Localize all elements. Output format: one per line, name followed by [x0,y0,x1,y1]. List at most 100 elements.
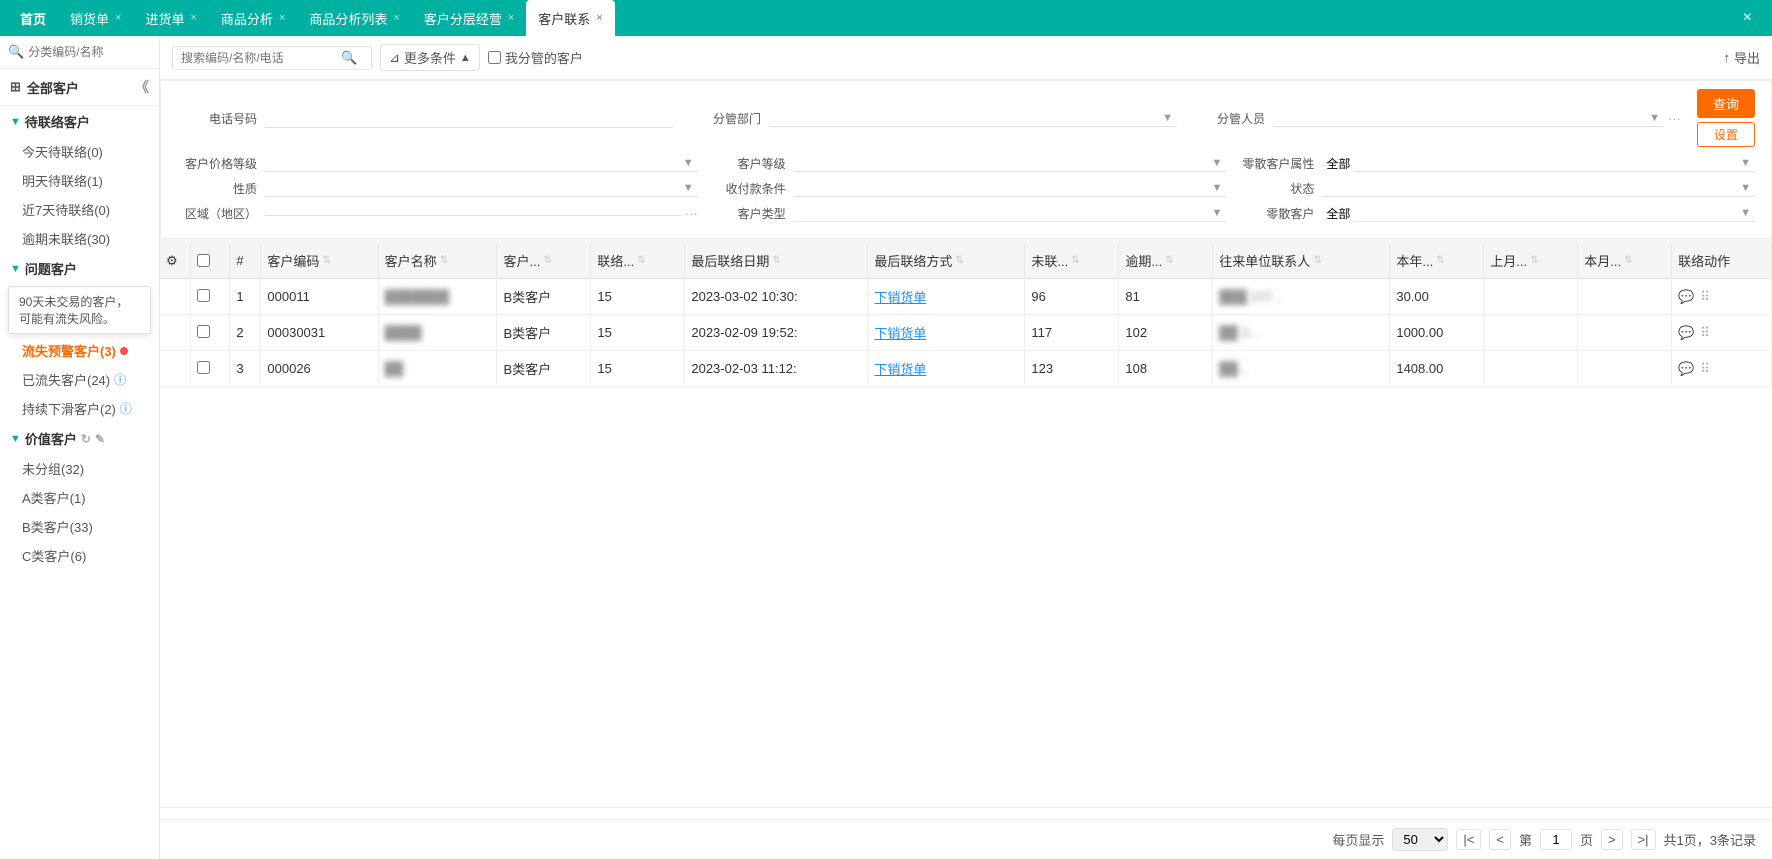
sidebar-item-tomorrow-pending[interactable]: 明天待联络(1) [0,166,159,195]
filter-search-input[interactable] [181,51,341,65]
price-grade-select[interactable]: ▼ [265,155,698,172]
cell-checkbox-1[interactable] [190,279,230,315]
customer-grade-select[interactable]: ▼ [794,155,1227,172]
refresh-icon[interactable]: ↻ [81,432,91,446]
type-sort-icon[interactable]: ⇅ [543,255,551,266]
action-icons-3[interactable]: 💬 ⠿ [1678,361,1765,377]
customer-type-select[interactable]: ▼ [794,205,1227,222]
sidebar-search-input[interactable] [28,45,160,59]
page-size-select[interactable]: 50 100 200 [1392,828,1448,851]
cell-action-3[interactable]: 💬 ⠿ [1672,351,1772,387]
th-uncontacted[interactable]: 未联... ⇅ [1025,243,1119,279]
sidebar-all-customers[interactable]: ⊞ 全部客户 《 [0,69,159,106]
close-goods-list-tab[interactable]: × [393,12,399,24]
status-select[interactable]: ▼ [1322,180,1755,197]
filter-search-button[interactable]: 🔍 [341,50,357,66]
tab-goods-list[interactable]: 商品分析列表 × [297,0,411,36]
th-this-month[interactable]: 本月... ⇅ [1578,243,1672,279]
tab-customer-contact[interactable]: 客户联系 × [526,0,614,36]
code-sort-icon[interactable]: ⇅ [322,255,330,266]
cell-method-2[interactable]: 下销货单 [868,315,1025,351]
th-code[interactable]: 客户编码 ⇅ [261,243,378,279]
th-contact[interactable]: 联络... ⇅ [591,243,685,279]
select-all-checkbox[interactable] [197,254,210,267]
cell-action-2[interactable]: 💬 ⠿ [1672,315,1772,351]
th-last-contact-date[interactable]: 最后联络日期 ⇅ [685,243,868,279]
nature-select[interactable]: ▼ [265,180,698,197]
close-customer-contact-tab[interactable]: × [596,12,602,24]
contact-sort-icon[interactable]: ⇅ [637,255,645,266]
overdue-sort-icon[interactable]: ⇅ [1165,255,1173,266]
cell-checkbox-2[interactable] [190,315,230,351]
tab-purchase[interactable]: 进货单 × [133,0,208,36]
sidebar-item-overdue-pending[interactable]: 逾期未联络(30) [0,224,159,253]
more-icon-2[interactable]: ⠿ [1700,325,1710,341]
sidebar-group-problem[interactable]: ▼ 问题客户 [0,253,159,284]
th-type[interactable]: 客户... ⇅ [497,243,591,279]
tab-home[interactable]: 首页 [8,0,58,36]
next-page-btn[interactable]: > [1601,829,1623,850]
close-customer-tier-tab[interactable]: × [508,12,514,24]
query-button[interactable]: 查询 [1697,89,1755,118]
chat-icon-3[interactable]: 💬 [1678,361,1694,377]
close-goods-analysis-tab[interactable]: × [279,12,285,24]
action-icons-2[interactable]: 💬 ⠿ [1678,325,1765,341]
tab-sales[interactable]: 销货单 × [58,0,133,36]
person-select[interactable]: ▼ [1273,110,1664,127]
prev-page-btn[interactable]: < [1489,829,1511,850]
th-last-contact-method[interactable]: 最后联络方式 ⇅ [868,243,1025,279]
th-checkbox[interactable] [190,243,230,279]
filter-search-box[interactable]: 🔍 [172,46,372,70]
retail-customer-select[interactable]: ▼ [1354,205,1755,222]
export-button[interactable]: ↑ 导出 [1723,48,1760,67]
first-page-btn[interactable]: |< [1456,829,1481,850]
region-dots[interactable]: ··· [685,206,698,221]
close-sales-tab[interactable]: × [115,12,121,24]
my-customers-checkbox[interactable] [488,51,501,64]
payment-select[interactable]: ▼ [794,180,1227,197]
more-icon-3[interactable]: ⠿ [1700,361,1710,377]
sidebar-item-today-pending[interactable]: 今天待联络(0) [0,137,159,166]
row-checkbox-1[interactable] [197,289,210,302]
cell-method-3[interactable]: 下销货单 [868,351,1025,387]
cell-method-1[interactable]: 下销货单 [868,279,1025,315]
year-sort-icon[interactable]: ⇅ [1436,255,1444,266]
close-purchase-tab[interactable]: × [190,12,196,24]
collapse-icon[interactable]: 《 [135,77,149,97]
method-sort-icon[interactable]: ⇅ [955,255,963,266]
tmonth-sort-icon[interactable]: ⇅ [1624,255,1632,266]
filter-more-conditions[interactable]: ⊿ 更多条件 ▲ [380,44,480,71]
sidebar-item-declining[interactable]: 持续下滑客户(2) ⓘ [0,394,159,423]
retail-attr-select[interactable]: ▼ [1354,155,1755,172]
close-all-btn[interactable]: × [1731,9,1764,27]
dept-select[interactable]: ▼ [769,110,1177,127]
phone-input[interactable] [265,109,673,128]
row-checkbox-2[interactable] [197,325,210,338]
date-sort-icon[interactable]: ⇅ [772,255,780,266]
sidebar-item-7days-pending[interactable]: 近7天待联络(0) [0,195,159,224]
action-icons-1[interactable]: 💬 ⠿ [1678,289,1765,305]
th-name[interactable]: 客户名称 ⇅ [378,243,497,279]
sidebar-item-class-a[interactable]: A类客户(1) [0,483,159,512]
sidebar-item-class-c[interactable]: C类客户(6) [0,541,159,570]
page-number-input[interactable] [1540,829,1572,850]
sidebar-item-class-b[interactable]: B类客户(33) [0,512,159,541]
cell-checkbox-3[interactable] [190,351,230,387]
settings-button[interactable]: 设置 [1697,122,1755,147]
last-page-btn[interactable]: >| [1631,829,1656,850]
cell-action-1[interactable]: 💬 ⠿ [1672,279,1772,315]
th-overdue[interactable]: 逾期... ⇅ [1119,243,1213,279]
chat-icon-1[interactable]: 💬 [1678,289,1694,305]
th-gear[interactable]: ⚙ [160,243,190,279]
sidebar-group-pending[interactable]: ▼ 待联络客户 [0,106,159,137]
th-this-year[interactable]: 本年... ⇅ [1390,243,1484,279]
horizontal-scrollbar[interactable] [160,807,1772,819]
more-icon-1[interactable]: ⠿ [1700,289,1710,305]
sidebar-item-churn-warning[interactable]: 流失预警客户(3) [0,336,159,365]
sidebar-item-churned[interactable]: 已流失客户(24) ⓘ [0,365,159,394]
th-last-month[interactable]: 上月... ⇅ [1484,243,1578,279]
chat-icon-2[interactable]: 💬 [1678,325,1694,341]
region-select[interactable] [265,211,681,216]
uncontacted-sort-icon[interactable]: ⇅ [1071,255,1079,266]
gear-icon[interactable]: ⚙ [166,253,178,269]
